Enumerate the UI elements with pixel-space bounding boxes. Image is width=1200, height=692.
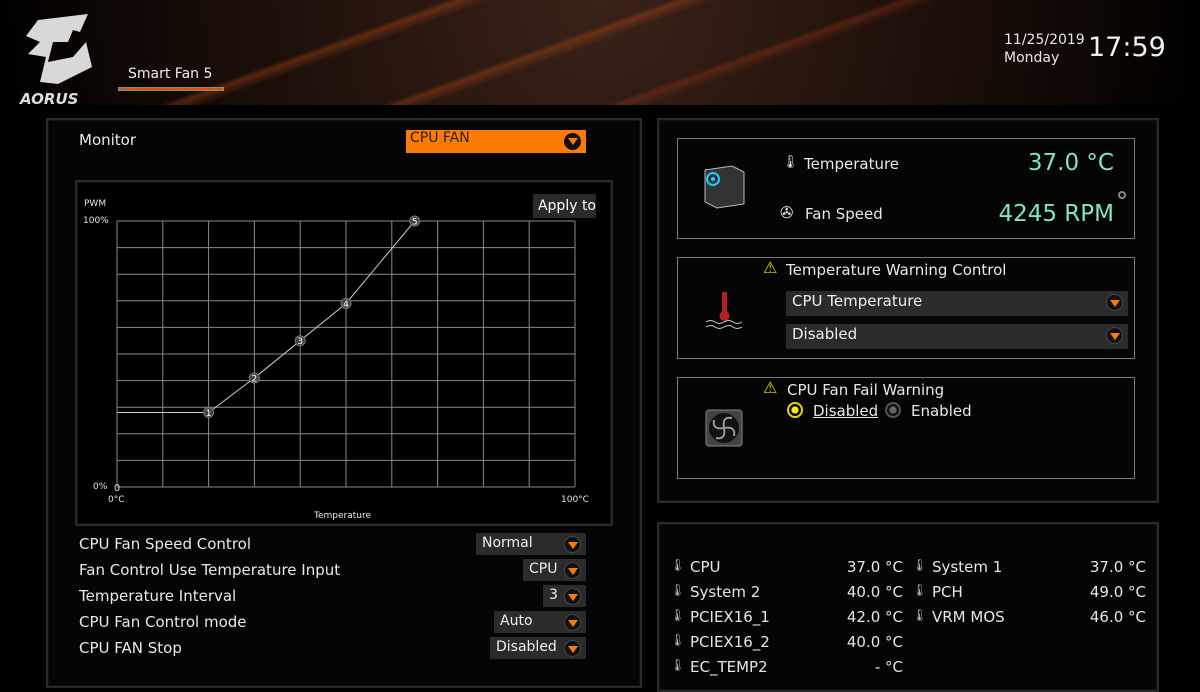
curve-point-label: 2 <box>252 374 258 384</box>
fan-curve-chart: PWM 100% 0% 0°C 100°C Temperature Apply … <box>75 180 613 526</box>
sensor-name: PCH <box>932 583 963 601</box>
setting-value: Disabled <box>496 639 557 655</box>
sensor-name: System 2 <box>690 583 761 601</box>
fan-curve-line <box>117 220 416 414</box>
fan-speed-label: Fan Speed <box>805 205 883 223</box>
thermometer-icon: 🌡 <box>912 558 928 572</box>
fan-fail-warning-title: CPU Fan Fail Warning <box>787 381 945 399</box>
sensor-name: EC_TEMP2 <box>690 658 768 676</box>
setting-value: 3 <box>549 587 558 603</box>
x-tick-100: 100°C <box>561 495 589 505</box>
y-tick-100: 100% <box>83 216 109 226</box>
sensor-value: 46.0 °C <box>1089 608 1146 626</box>
thermometer-icon: 🌡 <box>670 608 686 622</box>
temperature-warning-title: Temperature Warning Control <box>786 261 1007 279</box>
temperature-source-select[interactable]: CPU Temperature <box>786 291 1128 316</box>
setting-select[interactable]: 3 <box>543 585 586 607</box>
chevron-down-icon <box>564 536 581 553</box>
setting-select[interactable]: CPU <box>523 559 586 581</box>
sensor-value: 37.0 °C <box>1089 558 1146 576</box>
chevron-down-icon <box>564 133 581 150</box>
chevron-down-icon <box>564 614 581 631</box>
setting-select[interactable]: Normal <box>476 533 586 555</box>
thermometer-icon: 🌡 <box>670 558 686 572</box>
fan-fail-warning-box: ⚠ CPU Fan Fail Warning Disabled Enabled <box>677 377 1135 479</box>
setting-label: Fan Control Use Temperature Input <box>79 561 341 579</box>
fan-speed-value: 4245 RPM <box>998 201 1114 227</box>
thermometer-icon: 🌡 <box>670 658 686 672</box>
sensor-value: - °C <box>874 658 903 676</box>
setting-label: CPU FAN Stop <box>79 639 182 657</box>
clock: 17:59 <box>1088 32 1166 63</box>
curve-point-label: 3 <box>297 337 303 347</box>
setting-value: CPU <box>529 561 558 577</box>
page-title[interactable]: Smart Fan 5 <box>128 66 212 82</box>
curve-point-label: 1 <box>206 409 212 419</box>
x-tick-0: 0°C <box>108 495 125 505</box>
chevron-down-icon <box>1106 294 1123 311</box>
warning-icon: ⚠ <box>763 378 778 397</box>
temperature-warning-value: Disabled <box>792 325 858 343</box>
monitor-select[interactable]: CPU FAN <box>406 130 586 153</box>
chevron-down-icon <box>564 640 581 657</box>
thermometer-water-icon <box>705 292 743 329</box>
setting-label: CPU Fan Control mode <box>79 613 247 631</box>
monitor-label: Monitor <box>79 131 137 149</box>
x-axis-label: Temperature <box>314 511 372 521</box>
sensor-name: CPU <box>690 558 721 576</box>
temperature-source-value: CPU Temperature <box>792 292 923 310</box>
temperature-value: 37.0 °C <box>1027 150 1114 176</box>
option-disabled-label[interactable]: Disabled <box>813 402 878 420</box>
setting-label: Temperature Interval <box>79 587 237 605</box>
sensor-name: PCIEX16_1 <box>690 608 770 626</box>
monitor-selected-value: CPU FAN <box>410 130 470 146</box>
setting-value: Normal <box>482 535 533 551</box>
sensor-name: PCIEX16_2 <box>690 633 770 651</box>
temperature-warning-box: ⚠ Temperature Warning Control CPU Temper… <box>677 257 1135 359</box>
sensor-value: 49.0 °C <box>1089 583 1146 601</box>
aorus-logo: AORUS <box>19 14 92 107</box>
sensor-name: System 1 <box>932 558 1003 576</box>
setting-select[interactable]: Disabled <box>490 637 586 659</box>
y-tick-0: 0% <box>93 482 108 492</box>
thermometer-icon: 🌡 <box>782 155 799 170</box>
date: 11/25/2019 <box>1004 32 1085 48</box>
chevron-down-icon <box>564 588 581 605</box>
thermometer-icon: 🌡 <box>670 583 686 597</box>
active-tab-underline <box>118 87 224 91</box>
thermometer-icon: 🌡 <box>670 633 686 647</box>
svg-text:AORUS: AORUS <box>19 90 78 107</box>
sensor-value: 37.0 °C <box>846 558 903 576</box>
sensor-value: 40.0 °C <box>846 583 903 601</box>
origin-point-label: 0 <box>114 483 120 494</box>
warning-icon: ⚠ <box>763 258 778 277</box>
curve-point-label: 4 <box>343 300 349 310</box>
setting-label: CPU Fan Speed Control <box>79 535 251 553</box>
curve-point-label: 5 <box>412 218 418 228</box>
pc-case-icon <box>704 165 745 209</box>
date-display: 11/25/2019 Monday <box>1004 31 1085 67</box>
thermometer-icon: 🌡 <box>912 583 928 597</box>
case-fan-icon <box>705 409 743 447</box>
chevron-down-icon <box>564 562 581 579</box>
setting-value: Auto <box>500 613 533 629</box>
info-icon[interactable] <box>1118 191 1126 199</box>
sensor-name: VRM MOS <box>932 608 1005 626</box>
radio-enabled[interactable] <box>885 402 901 418</box>
temperature-warning-select[interactable]: Disabled <box>786 324 1128 349</box>
chevron-down-icon <box>1106 327 1123 344</box>
thermometer-icon: 🌡 <box>912 608 928 622</box>
chart-plot[interactable]: 0 1 2 3 4 5 <box>109 213 583 495</box>
sensor-value: 40.0 °C <box>846 633 903 651</box>
sensor-value: 42.0 °C <box>846 608 903 626</box>
weekday: Monday <box>1004 50 1060 66</box>
radio-disabled[interactable] <box>787 402 803 418</box>
y-axis-label: PWM <box>84 199 107 209</box>
setting-select[interactable]: Auto <box>494 611 586 633</box>
fan-status-box: 🌡 Temperature 37.0 °C ✇ Fan Speed 4245 R… <box>677 138 1135 239</box>
fan-icon: ✇ <box>780 203 794 222</box>
temperature-label: Temperature <box>804 155 900 173</box>
option-enabled-label[interactable]: Enabled <box>911 402 972 420</box>
